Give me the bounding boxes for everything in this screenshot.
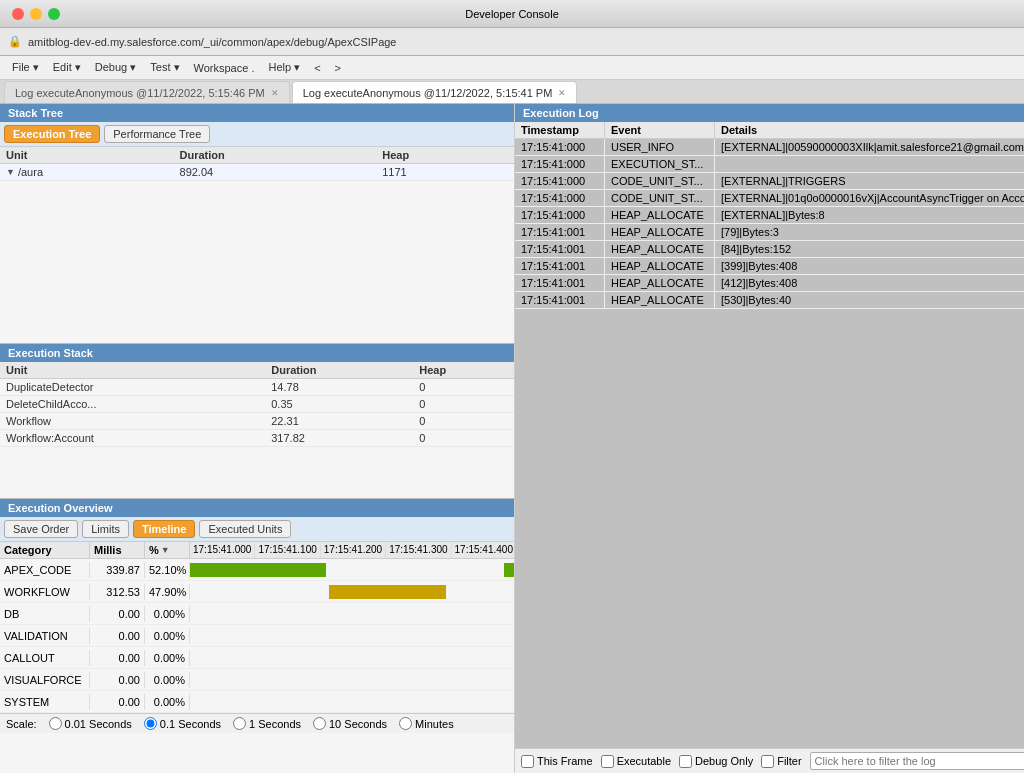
window-controls[interactable] bbox=[12, 8, 60, 20]
elh-timestamp: Timestamp bbox=[515, 122, 605, 138]
menu-debug[interactable]: Debug ▾ bbox=[89, 59, 142, 76]
exec-log-header: Execution Log bbox=[515, 104, 1024, 122]
timeline-row-workflow: WORKFLOW 312.53 47.90% bbox=[0, 581, 514, 603]
log-entry-6[interactable]: 17:15:41:001 HEAP_ALLOCATE [84]|Bytes:15… bbox=[515, 241, 1024, 258]
filter-filter[interactable]: Filter bbox=[761, 755, 801, 768]
col-duration: Duration bbox=[174, 147, 377, 164]
execution-stack-header: Execution Stack bbox=[0, 344, 514, 362]
es-row[interactable]: Workflow 22.31 0 bbox=[0, 413, 514, 430]
maximize-button[interactable] bbox=[48, 8, 60, 20]
filter-bar: This Frame Executable Debug Only Filter bbox=[515, 748, 1024, 773]
scale-option-min[interactable]: Minutes bbox=[399, 717, 454, 730]
ov-tab-executed-units[interactable]: Executed Units bbox=[199, 520, 291, 538]
timeline-row-vf: VISUALFORCE 0.00 0.00% bbox=[0, 669, 514, 691]
log-entry-5[interactable]: 17:15:41:001 HEAP_ALLOCATE [79]|Bytes:3 bbox=[515, 224, 1024, 241]
log-entry-7[interactable]: 17:15:41:001 HEAP_ALLOCATE [399]|Bytes:4… bbox=[515, 258, 1024, 275]
menu-test[interactable]: Test ▾ bbox=[144, 59, 185, 76]
menu-help[interactable]: Help ▾ bbox=[262, 59, 306, 76]
menubar: File ▾ Edit ▾ Debug ▾ Test ▾ Workspace .… bbox=[0, 56, 1024, 80]
tab-1[interactable]: Log executeAnonymous @11/12/2022, 5:15:4… bbox=[292, 81, 578, 103]
tab-execution-tree[interactable]: Execution Tree bbox=[4, 125, 100, 143]
menu-forward[interactable]: > bbox=[329, 60, 347, 76]
filter-debug-only[interactable]: Debug Only bbox=[679, 755, 753, 768]
address-text: amitblog-dev-ed.my.salesforce.com/_ui/co… bbox=[28, 36, 396, 48]
es-col-unit: Unit bbox=[0, 362, 265, 379]
timeline-row-apex: APEX_CODE 339.87 52.10% bbox=[0, 559, 514, 581]
menu-edit[interactable]: Edit ▾ bbox=[47, 59, 87, 76]
es-col-heap: Heap bbox=[413, 362, 514, 379]
tab-1-label: Log executeAnonymous @11/12/2022, 5:15:4… bbox=[303, 87, 553, 99]
log-entry-4[interactable]: 17:15:41:000 HEAP_ALLOCATE [EXTERNAL]|By… bbox=[515, 207, 1024, 224]
es-row[interactable]: Workflow:Account 317.82 0 bbox=[0, 430, 514, 447]
tabs-bar: Log executeAnonymous @11/12/2022, 5:15:4… bbox=[0, 80, 1024, 104]
scale-row: Scale: 0.01 Seconds 0.1 Seconds 1 Second… bbox=[0, 713, 514, 733]
col-heap: Heap bbox=[376, 147, 514, 164]
scale-option-10[interactable]: 10 Seconds bbox=[313, 717, 387, 730]
tab-performance-tree[interactable]: Performance Tree bbox=[104, 125, 210, 143]
scale-option-1[interactable]: 1 Seconds bbox=[233, 717, 301, 730]
right-panel: Execution Log Timestamp Event Details 17… bbox=[515, 104, 1024, 773]
th-timeline: 17:15:41.000 17:15:41.100 17:15:41.200 1… bbox=[190, 542, 514, 558]
stack-tree: Stack Tree Execution Tree Performance Tr… bbox=[0, 104, 514, 344]
elh-details: Details bbox=[715, 122, 1024, 138]
timeline-row-validation: VALIDATION 0.00 0.00% bbox=[0, 625, 514, 647]
lock-icon: 🔒 bbox=[8, 35, 22, 48]
left-panel: Stack Tree Execution Tree Performance Tr… bbox=[0, 104, 515, 773]
ov-tab-timeline[interactable]: Timeline bbox=[133, 520, 195, 538]
log-entry-9[interactable]: 17:15:41:001 HEAP_ALLOCATE [530]|Bytes:4… bbox=[515, 292, 1024, 309]
expand-icon: ▼ bbox=[6, 167, 15, 177]
es-col-duration: Duration bbox=[265, 362, 413, 379]
tab-0-close[interactable]: ✕ bbox=[271, 88, 279, 98]
window-title: Developer Console bbox=[465, 8, 559, 20]
timeline-row-callout: CALLOUT 0.00 0.00% bbox=[0, 647, 514, 669]
th-millis: Millis bbox=[90, 542, 145, 558]
tab-1-close[interactable]: ✕ bbox=[558, 88, 566, 98]
menu-back[interactable]: < bbox=[308, 60, 326, 76]
addressbar: 🔒 amitblog-dev-ed.my.salesforce.com/_ui/… bbox=[0, 28, 1024, 56]
dropdown-arrow-icon: ▼ bbox=[161, 545, 170, 555]
execution-stack: Execution Stack Unit Duration Heap Dupli… bbox=[0, 344, 514, 499]
overview-tabs: Save Order Limits Timeline Executed Unit… bbox=[0, 517, 514, 542]
execution-overview: Execution Overview Save Order Limits Tim… bbox=[0, 499, 514, 773]
timeline-row-system: SYSTEM 0.00 0.00% bbox=[0, 691, 514, 713]
exec-log-rows: 17:15:41:000 USER_INFO [EXTERNAL]|005900… bbox=[515, 139, 1024, 748]
tree-row[interactable]: ▼ /aura 892.04 1171 bbox=[0, 164, 514, 181]
tab-0-label: Log executeAnonymous @11/12/2022, 5:15:4… bbox=[15, 87, 265, 99]
stack-tree-header: Stack Tree bbox=[0, 104, 514, 122]
execution-overview-header: Execution Overview bbox=[0, 499, 514, 517]
log-entry-3[interactable]: 17:15:41:000 CODE_UNIT_ST... [EXTERNAL]|… bbox=[515, 190, 1024, 207]
log-entry-1[interactable]: 17:15:41:000 EXECUTION_ST... bbox=[515, 156, 1024, 173]
exec-log-table-header: Timestamp Event Details bbox=[515, 122, 1024, 139]
es-row[interactable]: DuplicateDetector 14.78 0 bbox=[0, 379, 514, 396]
tab-0[interactable]: Log executeAnonymous @11/12/2022, 5:15:4… bbox=[4, 81, 290, 103]
filter-input[interactable] bbox=[810, 752, 1024, 770]
ov-tab-limits[interactable]: Limits bbox=[82, 520, 129, 538]
log-entry-2[interactable]: 17:15:41:000 CODE_UNIT_ST... [EXTERNAL]|… bbox=[515, 173, 1024, 190]
menu-file[interactable]: File ▾ bbox=[6, 59, 45, 76]
log-entry-8[interactable]: 17:15:41:001 HEAP_ALLOCATE [412]|Bytes:4… bbox=[515, 275, 1024, 292]
stack-tree-tabs: Execution Tree Performance Tree bbox=[0, 122, 514, 147]
filter-this-frame[interactable]: This Frame bbox=[521, 755, 593, 768]
scale-option-01[interactable]: 0.1 Seconds bbox=[144, 717, 221, 730]
elh-event: Event bbox=[605, 122, 715, 138]
scale-label: Scale: bbox=[6, 718, 37, 730]
timeline-row-db: DB 0.00 0.00% bbox=[0, 603, 514, 625]
log-entry-0[interactable]: 17:15:41:000 USER_INFO [EXTERNAL]|005900… bbox=[515, 139, 1024, 156]
titlebar: Developer Console bbox=[0, 0, 1024, 28]
th-percent: % ▼ bbox=[145, 542, 190, 558]
minimize-button[interactable] bbox=[30, 8, 42, 20]
es-row[interactable]: DeleteChildAcco... 0.35 0 bbox=[0, 396, 514, 413]
th-category: Category bbox=[0, 542, 90, 558]
ov-tab-save-order[interactable]: Save Order bbox=[4, 520, 78, 538]
close-button[interactable] bbox=[12, 8, 24, 20]
menu-workspace[interactable]: Workspace . bbox=[188, 60, 261, 76]
scale-option-001[interactable]: 0.01 Seconds bbox=[49, 717, 132, 730]
col-unit: Unit bbox=[0, 147, 174, 164]
filter-executable[interactable]: Executable bbox=[601, 755, 671, 768]
